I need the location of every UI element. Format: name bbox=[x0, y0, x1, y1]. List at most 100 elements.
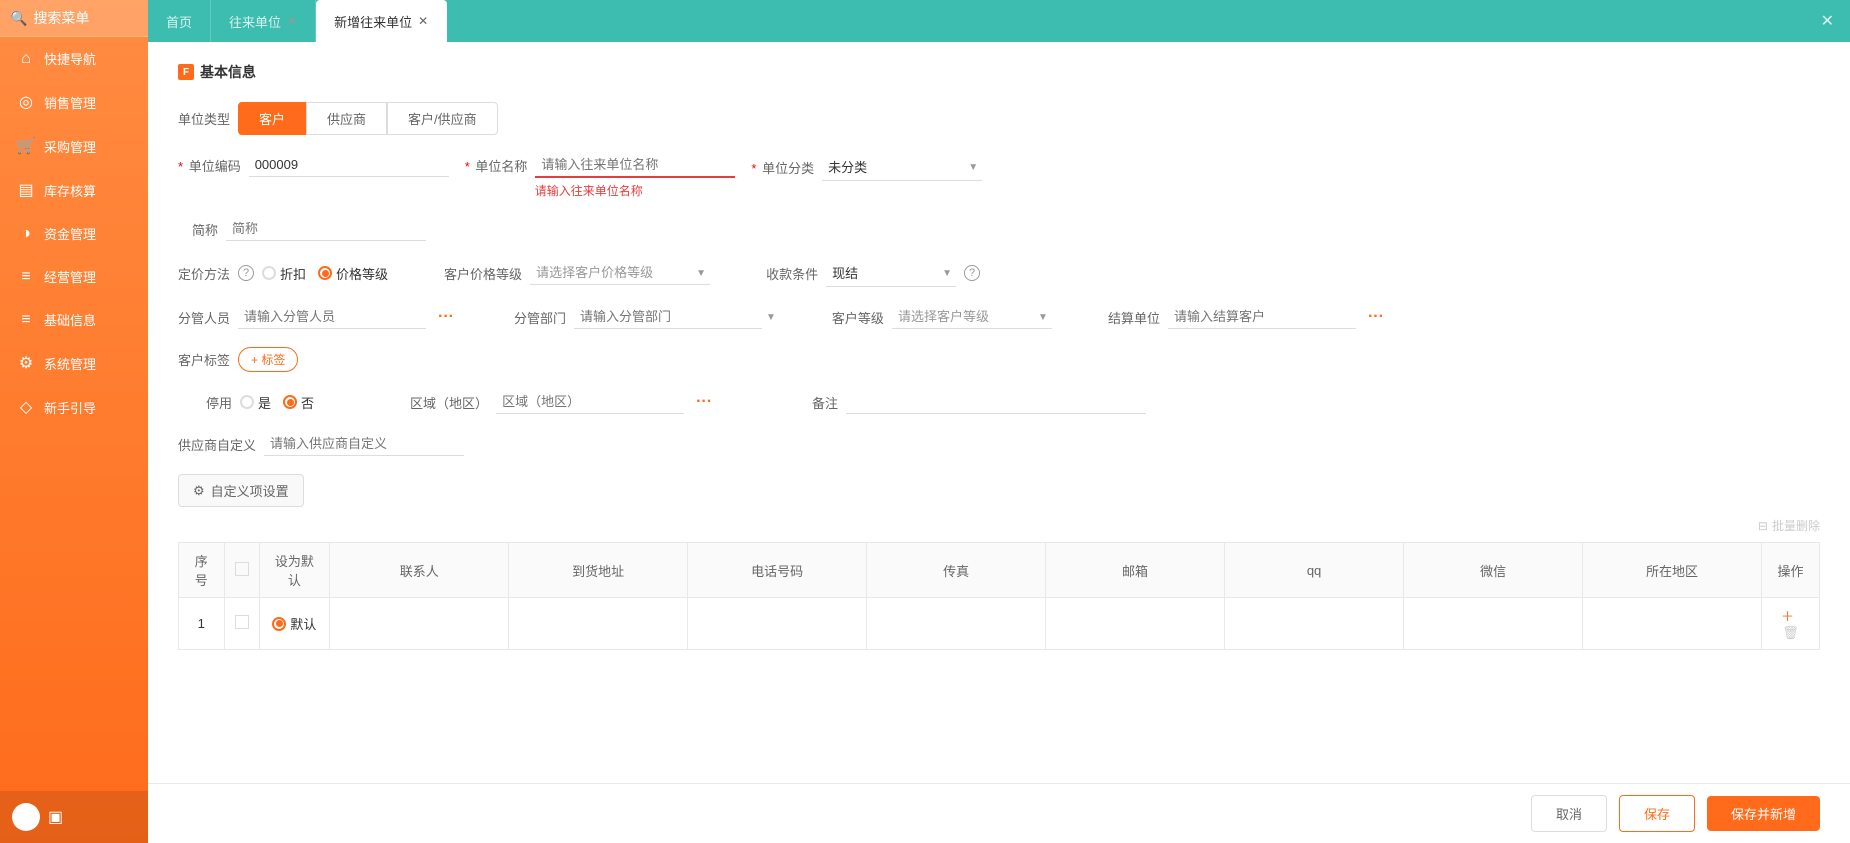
row-email-input[interactable] bbox=[1056, 616, 1214, 631]
pricing-discount[interactable]: 折扣 bbox=[262, 264, 306, 283]
tag-row: 客户标签 + 标签 bbox=[178, 347, 1820, 372]
tab-new-partner-label: 新增往来单位 bbox=[334, 12, 412, 31]
search-icon: 🔍 bbox=[10, 10, 27, 27]
customer-price-select[interactable]: 请选择客户价格等级 bbox=[530, 261, 710, 285]
col-location: 所在地区 bbox=[1583, 543, 1762, 598]
disable-no[interactable]: 否 bbox=[283, 393, 314, 412]
row-fax[interactable] bbox=[867, 598, 1046, 650]
unit-code-input[interactable] bbox=[249, 153, 449, 177]
tab-new-partner[interactable]: 新增往来单位 ✕ bbox=[316, 0, 447, 42]
sidebar-item-label: 资金管理 bbox=[44, 224, 96, 243]
row-fax-input[interactable] bbox=[877, 616, 1035, 631]
settlement-input[interactable] bbox=[1168, 305, 1356, 329]
region-more-dots[interactable]: ··· bbox=[692, 393, 716, 411]
unit-name-label: * 单位名称 bbox=[465, 156, 528, 175]
tab-partners-close[interactable]: ✕ bbox=[287, 14, 297, 28]
pricing-price-level-radio[interactable] bbox=[318, 266, 332, 280]
row-contact-input[interactable] bbox=[340, 616, 498, 631]
row-phone-input[interactable] bbox=[698, 616, 856, 631]
manager-label: 分管人员 bbox=[178, 308, 230, 327]
search-menu[interactable]: 🔍 搜索菜单 bbox=[0, 0, 148, 37]
row-qq[interactable] bbox=[1225, 598, 1404, 650]
sidebar-item-inventory[interactable]: ▤ 库存核算 bbox=[0, 168, 148, 212]
customer-tag-label: 客户标签 bbox=[178, 350, 230, 369]
row-address-input[interactable] bbox=[519, 616, 677, 631]
remark-input[interactable] bbox=[846, 390, 1146, 414]
sidebar-item-guide[interactable]: ◇ 新手引导 bbox=[0, 385, 148, 429]
unit-category-label: * 单位分类 bbox=[751, 158, 814, 177]
abbr-input[interactable] bbox=[226, 217, 426, 241]
unit-type-group: 单位类型 客户 供应商 客户/供应商 bbox=[178, 102, 498, 135]
pricing-discount-label: 折扣 bbox=[280, 264, 306, 283]
add-tag-button[interactable]: + 标签 bbox=[238, 347, 298, 372]
customer-level-select[interactable]: 请选择客户等级 bbox=[892, 305, 1052, 329]
row-location-input[interactable] bbox=[1593, 616, 1751, 631]
save-new-button[interactable]: 保存并新增 bbox=[1707, 796, 1820, 831]
payment-terms-help-icon[interactable]: ? bbox=[964, 265, 980, 281]
region-input[interactable] bbox=[496, 390, 684, 414]
unit-name-input[interactable] bbox=[535, 153, 735, 178]
supplier-custom-row: 供应商自定义 bbox=[178, 432, 1820, 456]
row-location[interactable] bbox=[1583, 598, 1762, 650]
disable-no-radio[interactable] bbox=[283, 395, 297, 409]
pricing-discount-radio[interactable] bbox=[262, 266, 276, 280]
section-icon: F bbox=[178, 64, 194, 80]
supplier-custom-input[interactable] bbox=[264, 432, 464, 456]
manager-input[interactable] bbox=[238, 305, 426, 329]
cancel-button[interactable]: 取消 bbox=[1531, 795, 1607, 832]
sidebar-item-quick-nav[interactable]: ⌂ 快捷导航 bbox=[0, 37, 148, 80]
unit-category-label-text: 单位分类 bbox=[762, 161, 814, 176]
tab-bar-global-close[interactable]: ✕ bbox=[1805, 11, 1850, 31]
main-area: 首页 往来单位 ✕ 新增往来单位 ✕ ✕ F 基本信息 单位类型 客户 供应商 bbox=[148, 0, 1850, 843]
tag-group: 客户标签 + 标签 bbox=[178, 347, 298, 372]
customer-level-select-wrapper[interactable]: 请选择客户等级 ▼ bbox=[892, 305, 1052, 329]
type-btn-supplier[interactable]: 供应商 bbox=[306, 102, 387, 135]
sidebar-item-finance[interactable]: ◑ 资金管理 bbox=[0, 212, 148, 255]
select-all-checkbox[interactable] bbox=[235, 562, 249, 576]
supplier-custom-group: 供应商自定义 bbox=[178, 432, 464, 456]
row-checkbox[interactable] bbox=[224, 598, 259, 650]
system-icon: ⚙ bbox=[16, 353, 36, 373]
row-select-checkbox[interactable] bbox=[235, 615, 249, 629]
disable-yes[interactable]: 是 bbox=[240, 393, 271, 412]
row-wechat-input[interactable] bbox=[1414, 616, 1572, 631]
tab-new-partner-close[interactable]: ✕ bbox=[418, 14, 428, 28]
row-email[interactable] bbox=[1046, 598, 1225, 650]
row-qq-input[interactable] bbox=[1235, 616, 1393, 631]
pricing-help-icon[interactable]: ? bbox=[238, 265, 254, 281]
save-button[interactable]: 保存 bbox=[1619, 795, 1695, 832]
row-phone[interactable] bbox=[688, 598, 867, 650]
payment-terms-value: 现结 bbox=[826, 259, 956, 287]
row-wechat[interactable] bbox=[1404, 598, 1583, 650]
row-contact[interactable] bbox=[330, 598, 509, 650]
col-action: 操作 bbox=[1762, 543, 1820, 598]
row-delete-icon[interactable]: 🗑 bbox=[1782, 625, 1799, 640]
settlement-more-dots[interactable]: ··· bbox=[1364, 308, 1388, 326]
row-default-radio[interactable]: 默认 bbox=[270, 614, 320, 633]
tab-home[interactable]: 首页 bbox=[148, 0, 211, 42]
type-btn-both[interactable]: 客户/供应商 bbox=[387, 102, 498, 135]
unit-code-label: * 单位编码 bbox=[178, 156, 241, 175]
form-content: F 基本信息 单位类型 客户 供应商 客户/供应商 * 单位编码 bbox=[148, 42, 1850, 843]
sidebar-item-sales[interactable]: ◎ 销售管理 bbox=[0, 80, 148, 124]
sidebar-item-system[interactable]: ⚙ 系统管理 bbox=[0, 341, 148, 385]
remark-group: 备注 bbox=[812, 390, 1146, 414]
row-default-radio-circle[interactable] bbox=[272, 617, 286, 631]
customer-price-select-wrapper[interactable]: 请选择客户价格等级 ▼ bbox=[530, 261, 710, 285]
sidebar-item-purchase[interactable]: 🛒 采购管理 bbox=[0, 124, 148, 168]
disable-yes-radio[interactable] bbox=[240, 395, 254, 409]
unit-name-label-text: 单位名称 bbox=[475, 159, 527, 174]
row-action: ＋ 🗑 bbox=[1762, 598, 1820, 650]
sidebar-item-operations[interactable]: ≡ 经营管理 bbox=[0, 255, 148, 298]
pricing-price-level[interactable]: 价格等级 bbox=[318, 264, 388, 283]
dept-select-wrapper[interactable]: ▼ bbox=[574, 305, 776, 329]
type-btn-customer[interactable]: 客户 bbox=[238, 102, 306, 135]
sidebar-item-base-info[interactable]: ≡ 基础信息 bbox=[0, 298, 148, 341]
tab-partners[interactable]: 往来单位 ✕ bbox=[211, 0, 316, 42]
custom-settings-button[interactable]: ⚙ 自定义项设置 bbox=[178, 474, 304, 507]
payment-terms-select-wrapper[interactable]: 现结 ▼ bbox=[826, 259, 956, 287]
manager-more-dots[interactable]: ··· bbox=[434, 308, 458, 326]
row-address[interactable] bbox=[509, 598, 688, 650]
row-add-icon[interactable]: ＋ bbox=[1781, 609, 1794, 624]
dept-input[interactable] bbox=[574, 305, 762, 329]
